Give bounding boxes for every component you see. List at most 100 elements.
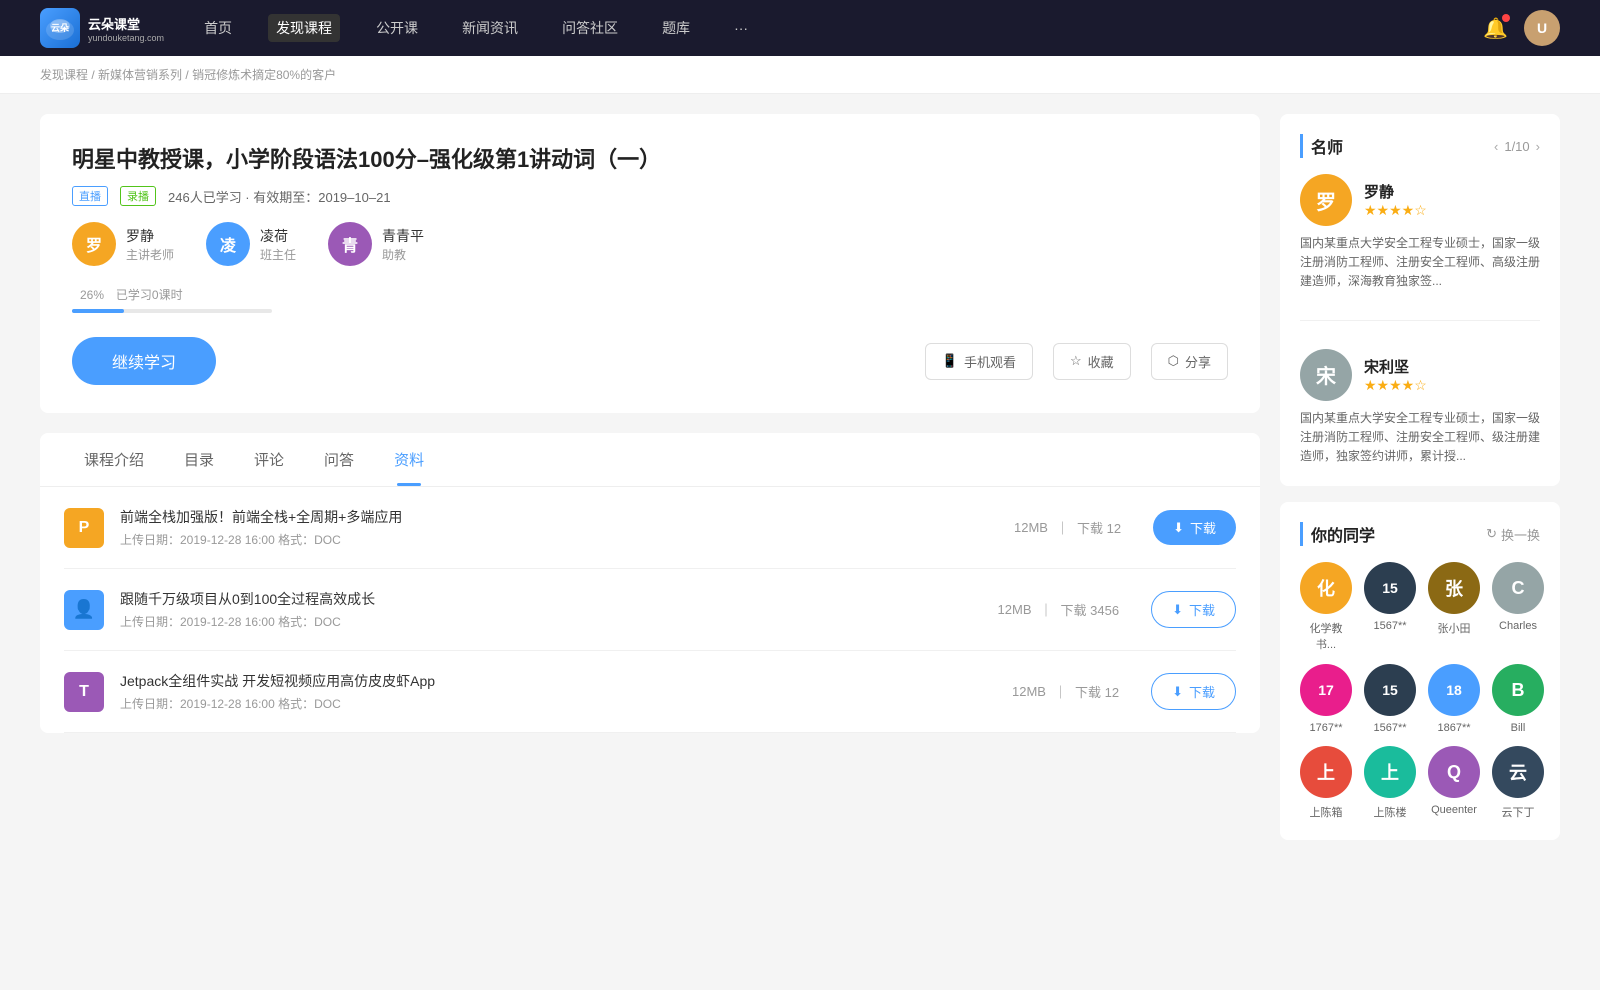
classmates-refresh-btn[interactable]: ↻ 换一换 (1486, 525, 1540, 544)
course-title: 明星中教授课，小学阶段语法100分–强化级第1讲动词（一） (72, 142, 1228, 174)
mobile-icon: 📱 (942, 353, 958, 369)
download-button-1[interactable]: ⬇ 下载 (1151, 591, 1236, 628)
favorite-link[interactable]: ☆ 收藏 (1053, 343, 1131, 380)
nav-quiz[interactable]: 题库 (654, 14, 698, 42)
resource-list: P 前端全栈加强版！前端全栈+全周期+多端应用 上传日期：2019-12-28 … (40, 487, 1260, 733)
download-button-0[interactable]: ⬇ 下载 (1153, 510, 1236, 545)
breadcrumb: 发现课程 / 新媒体营销系列 / 销冠修炼术摘定80%的客户 (0, 56, 1600, 94)
nav-news[interactable]: 新闻资讯 (454, 14, 526, 42)
classmate-avatar-6: 18 (1428, 664, 1480, 716)
teacher-0: 罗 罗静 主讲老师 (72, 222, 174, 266)
breadcrumb-item-2: 销冠修炼术摘定80%的客户 (192, 68, 336, 82)
tabs-header: 课程介绍 目录 评论 问答 资料 (40, 433, 1260, 487)
sidebar-teacher-desc-1: 国内某重点大学安全工程专业硕士，国家一级注册消防工程师、注册安全工程师、级注册建… (1300, 409, 1540, 467)
classmates-title: 你的同学 ↻ 换一换 (1300, 522, 1540, 546)
prev-teacher-btn[interactable]: ‹ (1494, 139, 1498, 154)
progress-bar (72, 309, 272, 313)
classmate-3: C Charles (1492, 562, 1544, 652)
sidebar-teacher-top-1: 宋 宋利坚 ★★★★☆ (1300, 349, 1540, 401)
classmate-name-5: 1567** (1373, 722, 1406, 734)
breadcrumb-item-0[interactable]: 发现课程 (40, 68, 88, 82)
progress-section: 26% 已学习0课时 (72, 286, 1228, 313)
nav-qa[interactable]: 问答社区 (554, 14, 626, 42)
classmate-0: 化 化学教书... (1300, 562, 1352, 652)
star-icon: ☆ (1070, 353, 1082, 369)
notification-dot (1502, 14, 1510, 22)
classmate-name-4: 1767** (1309, 722, 1342, 734)
teachers-sidebar-card: 名师 ‹ 1/10 › 罗 罗静 ★★★★☆ (1280, 114, 1560, 486)
download-button-2[interactable]: ⬇ 下载 (1151, 673, 1236, 710)
resource-name-2: Jetpack全组件实战 开发短视频应用高仿皮皮虾App (120, 671, 996, 691)
logo[interactable]: 云朵 云朵课堂 yundouketang.com (40, 8, 164, 48)
resource-item-1: 👤 跟随千万级项目从0到100全过程高效成长 上传日期：2019-12-28 1… (64, 569, 1236, 651)
classmate-5: 15 1567** (1364, 664, 1416, 734)
tab-review[interactable]: 评论 (234, 433, 304, 486)
progress-fill (72, 309, 124, 313)
nav-right: 🔔 U (1483, 10, 1560, 46)
sidebar-teacher-name-1: 宋利坚 (1364, 356, 1427, 377)
resource-info-1: 跟随千万级项目从0到100全过程高效成长 上传日期：2019-12-28 16:… (120, 589, 982, 630)
classmate-8: 上 上陈箱 (1300, 746, 1352, 820)
refresh-icon: ↻ (1486, 526, 1497, 542)
classmate-avatar-10: Q (1428, 746, 1480, 798)
badge-record: 录播 (120, 186, 156, 206)
teacher-info-0: 罗静 主讲老师 (126, 226, 174, 263)
classmate-1: 15 1567** (1364, 562, 1416, 652)
resource-icon-1: 👤 (64, 590, 104, 630)
classmate-avatar-0: 化 (1300, 562, 1352, 614)
course-card: 明星中教授课，小学阶段语法100分–强化级第1讲动词（一） 直播 录播 246人… (40, 114, 1260, 413)
resource-icon-0: P (64, 508, 104, 548)
classmate-10: Q Queenter (1428, 746, 1480, 820)
teacher-1: 凌 凌荷 班主任 (206, 222, 296, 266)
resource-name-0: 前端全栈加强版！前端全栈+全周期+多端应用 (120, 507, 998, 527)
resource-stats-0: 12MB ｜ 下载 12 (1014, 518, 1121, 537)
nav-discover[interactable]: 发现课程 (268, 14, 340, 42)
resource-meta-1: 上传日期：2019-12-28 16:00 格式：DOC (120, 613, 982, 630)
notification-bell[interactable]: 🔔 (1483, 16, 1508, 41)
navigation: 云朵 云朵课堂 yundouketang.com 首页 发现课程 公开课 新闻资… (0, 0, 1600, 56)
user-avatar-nav[interactable]: U (1524, 10, 1560, 46)
teacher-sidebar-list: 罗 罗静 ★★★★☆ 国内某重点大学安全工程专业硕士，国家一级注册消防工程师、注… (1300, 174, 1540, 466)
classmate-avatar-7: B (1492, 664, 1544, 716)
classmate-2: 张 张小田 (1428, 562, 1480, 652)
resource-icon-2: T (64, 672, 104, 712)
sidebar-teacher-avatar-1: 宋 (1300, 349, 1352, 401)
classmate-name-3: Charles (1499, 620, 1537, 632)
svg-text:云朵: 云朵 (51, 23, 70, 33)
classmate-avatar-3: C (1492, 562, 1544, 614)
classmate-avatar-5: 15 (1364, 664, 1416, 716)
resource-item-2: T Jetpack全组件实战 开发短视频应用高仿皮皮虾App 上传日期：2019… (64, 651, 1236, 733)
nav-items: 首页 发现课程 公开课 新闻资讯 问答社区 题库 ··· (196, 14, 1451, 42)
tab-catalog[interactable]: 目录 (164, 433, 234, 486)
classmate-avatar-2: 张 (1428, 562, 1480, 614)
tab-resource[interactable]: 资料 (374, 433, 444, 486)
nav-more[interactable]: ··· (726, 16, 756, 40)
breadcrumb-item-1[interactable]: 新媒体营销系列 (98, 68, 182, 82)
classmate-9: 上 上陈楼 (1364, 746, 1416, 820)
resource-info-2: Jetpack全组件实战 开发短视频应用高仿皮皮虾App 上传日期：2019-1… (120, 671, 996, 712)
mobile-watch-link[interactable]: 📱 手机观看 (925, 343, 1033, 380)
resource-stats-1: 12MB ｜ 下载 3456 (998, 600, 1120, 619)
resource-info-0: 前端全栈加强版！前端全栈+全周期+多端应用 上传日期：2019-12-28 16… (120, 507, 998, 548)
tab-qa[interactable]: 问答 (304, 433, 374, 486)
classmate-6: 18 1867** (1428, 664, 1480, 734)
tabs-section: 课程介绍 目录 评论 问答 资料 P 前端全栈加强版！前端全栈+全周期+多端应用… (40, 433, 1260, 733)
teacher-avatar-2: 青 (328, 222, 372, 266)
classmate-avatar-11: 云 (1492, 746, 1544, 798)
sidebar-teacher-stars-1: ★★★★☆ (1364, 377, 1427, 394)
continue-button[interactable]: 继续学习 (72, 337, 216, 385)
teacher-avatar-0: 罗 (72, 222, 116, 266)
divider-0 (1300, 320, 1540, 321)
nav-public[interactable]: 公开课 (368, 14, 426, 42)
resource-item-0: P 前端全栈加强版！前端全栈+全周期+多端应用 上传日期：2019-12-28 … (64, 487, 1236, 569)
classmate-11: 云 云下丁 (1492, 746, 1544, 820)
nav-home[interactable]: 首页 (196, 14, 240, 42)
sidebar-teacher-top-0: 罗 罗静 ★★★★☆ (1300, 174, 1540, 226)
share-link[interactable]: ⬡ 分享 (1151, 343, 1228, 380)
classmate-name-9: 上陈楼 (1374, 804, 1407, 820)
next-teacher-btn[interactable]: › (1536, 139, 1540, 154)
sidebar-teacher-desc-0: 国内某重点大学安全工程专业硕士，国家一级注册消防工程师、注册安全工程师、高级注册… (1300, 234, 1540, 292)
classmate-avatar-4: 17 (1300, 664, 1352, 716)
tab-intro[interactable]: 课程介绍 (64, 433, 164, 486)
share-icon: ⬡ (1168, 353, 1179, 369)
